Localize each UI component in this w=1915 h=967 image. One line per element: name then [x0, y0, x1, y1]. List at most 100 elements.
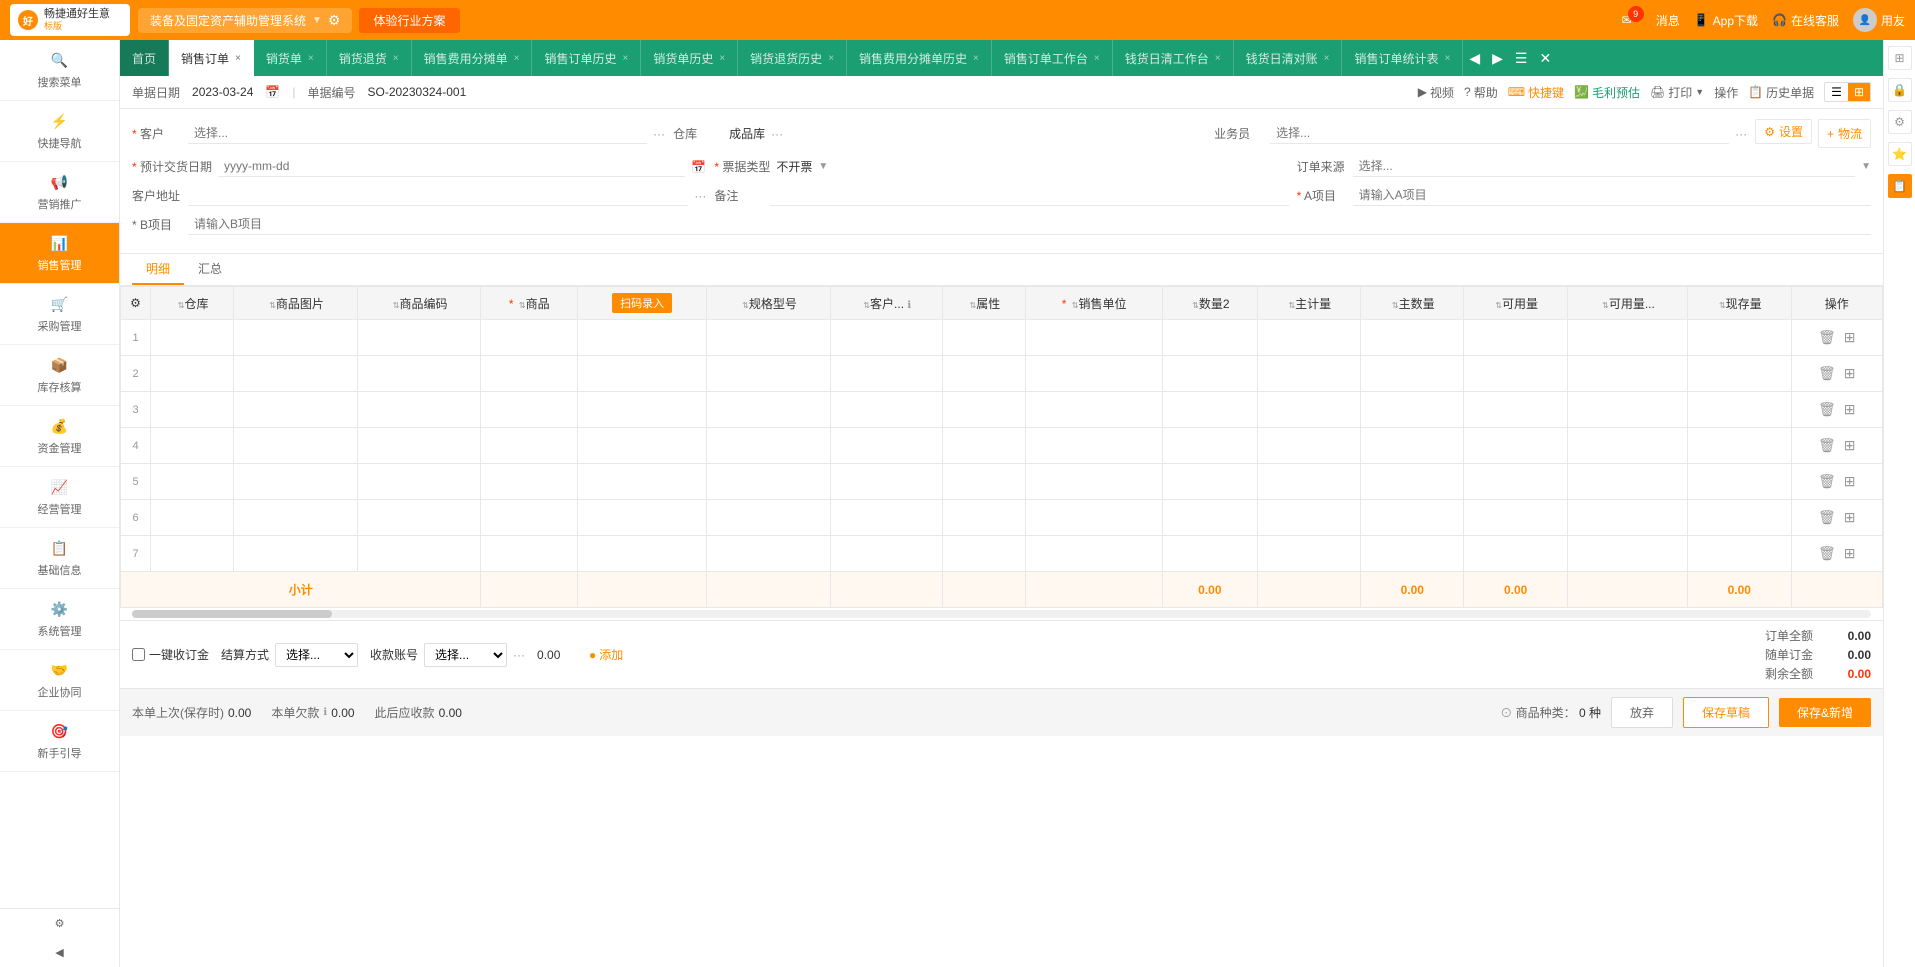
operation-button[interactable]: 操作 [1714, 84, 1738, 101]
row-copy-3[interactable]: ⊞ [1842, 399, 1858, 420]
row-code-4[interactable] [357, 428, 481, 464]
tab-close-expense-split[interactable]: × [514, 53, 520, 64]
tab-close-sales-return[interactable]: × [393, 53, 399, 64]
tab-home[interactable]: 首页 [120, 40, 169, 76]
help-button[interactable]: ? 帮助 [1464, 84, 1498, 101]
add-logistics-btn[interactable]: + 物流 [1818, 119, 1871, 148]
row-spec-5[interactable] [707, 464, 831, 500]
sidebar-item-operations[interactable]: 📈 经营管理 [0, 467, 119, 528]
tab-close-order-stats[interactable]: × [1444, 53, 1450, 64]
order-source-dropdown-icon[interactable]: ▼ [1861, 161, 1871, 172]
row-product-6[interactable] [481, 500, 578, 536]
row-spec-4[interactable] [707, 428, 831, 464]
row-product-1[interactable] [481, 320, 578, 356]
tab-close-all-button[interactable]: ✕ [1533, 40, 1557, 76]
row-qty2-2[interactable] [1163, 356, 1258, 392]
sidebar-item-basic[interactable]: 📋 基础信息 [0, 528, 119, 589]
row-spec-1[interactable] [707, 320, 831, 356]
row-delete-6[interactable]: 🗑 [1816, 507, 1838, 528]
row-main-unit-6[interactable] [1257, 500, 1360, 536]
delivery-calendar-icon[interactable]: 📅 [691, 160, 706, 174]
row-sales-unit-4[interactable] [1026, 428, 1163, 464]
order-source-input[interactable] [1353, 156, 1855, 177]
row-copy-5[interactable]: ⊞ [1842, 471, 1858, 492]
delivery-date-input[interactable] [218, 156, 685, 177]
row-attribute-2[interactable] [942, 356, 1025, 392]
row-main-unit-2[interactable] [1257, 356, 1360, 392]
row-attribute-3[interactable] [942, 392, 1025, 428]
video-help-button[interactable]: ▶ 视频 [1418, 84, 1454, 101]
tab-next-button[interactable]: ▶ [1486, 40, 1509, 76]
debit-info-icon[interactable]: ℹ [323, 707, 327, 718]
row-delete-3[interactable]: 🗑 [1816, 399, 1838, 420]
right-panel-btn-4[interactable]: ⭐ [1888, 142, 1912, 166]
settings-btn[interactable]: ⚙ 设置 [1755, 119, 1812, 144]
sidebar-item-collab[interactable]: 🤝 企业协同 [0, 650, 119, 711]
row-copy-7[interactable]: ⊞ [1842, 543, 1858, 564]
row-product-2[interactable] [481, 356, 578, 392]
sidebar-collapse-button[interactable]: ◀ [0, 938, 119, 967]
online-service-button[interactable]: 🎧 在线客服 [1772, 12, 1839, 29]
customer-more-icon[interactable]: ··· [653, 127, 665, 141]
salesperson-more-icon[interactable]: ··· [1735, 127, 1747, 141]
sidebar-item-marketing[interactable]: 📢 营销推广 [0, 162, 119, 223]
tab-order-stats[interactable]: 销售订单统计表 × [1342, 40, 1463, 76]
row-delete-1[interactable]: 🗑 [1816, 327, 1838, 348]
row-qty2-1[interactable] [1163, 320, 1258, 356]
row-copy-2[interactable]: ⊞ [1842, 363, 1858, 384]
save-draft-button[interactable]: 保存草稿 [1683, 697, 1769, 728]
tab-close-daily-workbench[interactable]: × [1215, 53, 1221, 64]
tab-sales-return[interactable]: 销货退货 × [327, 40, 412, 76]
right-panel-btn-1[interactable]: ⊞ [1888, 46, 1912, 70]
sidebar-item-purchase[interactable]: 🛒 采购管理 [0, 284, 119, 345]
address-input[interactable] [188, 185, 688, 206]
row-sales-unit-2[interactable] [1026, 356, 1163, 392]
row-customer-code-7[interactable] [830, 536, 942, 572]
grid-view-button[interactable]: ⊞ [1848, 83, 1870, 101]
scrollbar-thumb[interactable] [132, 610, 332, 618]
row-code-2[interactable] [357, 356, 481, 392]
row-warehouse-7[interactable] [151, 536, 234, 572]
row-qty2-5[interactable] [1163, 464, 1258, 500]
sidebar-item-finance[interactable]: 💰 资金管理 [0, 406, 119, 467]
one-click-checkbox[interactable] [132, 648, 145, 661]
row-code-7[interactable] [357, 536, 481, 572]
sidebar-item-system[interactable]: ⚙️ 系统管理 [0, 589, 119, 650]
remark-input[interactable] [770, 185, 1288, 206]
sidebar-item-quicknav[interactable]: ⚡ 快捷导航 [0, 101, 119, 162]
row-main-qty-4[interactable] [1361, 428, 1464, 464]
tab-invoice-history[interactable]: 销货单历史 × [641, 40, 738, 76]
row-main-qty-3[interactable] [1361, 392, 1464, 428]
row-delete-5[interactable]: 🗑 [1816, 471, 1838, 492]
tab-sales-invoice[interactable]: 销货单 × [254, 40, 327, 76]
payment-method-select[interactable]: 选择... [275, 643, 358, 667]
row-warehouse-3[interactable] [151, 392, 234, 428]
row-warehouse-2[interactable] [151, 356, 234, 392]
row-spec-2[interactable] [707, 356, 831, 392]
row-product-7[interactable] [481, 536, 578, 572]
solution-button[interactable]: 体验行业方案 [358, 7, 460, 34]
scan-button[interactable]: 扫码录入 [612, 293, 672, 313]
row-code-1[interactable] [357, 320, 481, 356]
row-spec-6[interactable] [707, 500, 831, 536]
row-main-unit-5[interactable] [1257, 464, 1360, 500]
tab-return-history[interactable]: 销货退货历史 × [738, 40, 847, 76]
customer-input[interactable] [188, 123, 647, 144]
row-delete-2[interactable]: 🗑 [1816, 363, 1838, 384]
system-settings-icon[interactable]: ⚙ [328, 12, 341, 29]
row-spec-7[interactable] [707, 536, 831, 572]
row-customer-code-4[interactable] [830, 428, 942, 464]
tab-close-sales-order[interactable]: × [235, 53, 241, 64]
row-main-unit-3[interactable] [1257, 392, 1360, 428]
horizontal-scrollbar[interactable] [132, 610, 1871, 618]
row-attribute-5[interactable] [942, 464, 1025, 500]
row-spec-3[interactable] [707, 392, 831, 428]
row-main-unit-4[interactable] [1257, 428, 1360, 464]
row-customer-code-6[interactable] [830, 500, 942, 536]
row-qty2-6[interactable] [1163, 500, 1258, 536]
right-panel-btn-5[interactable]: 📋 [1888, 174, 1912, 198]
tab-close-order-history[interactable]: × [622, 53, 628, 64]
save-new-button[interactable]: 保存&新增 [1779, 698, 1871, 727]
tab-close-invoice-history[interactable]: × [719, 53, 725, 64]
row-main-qty-7[interactable] [1361, 536, 1464, 572]
